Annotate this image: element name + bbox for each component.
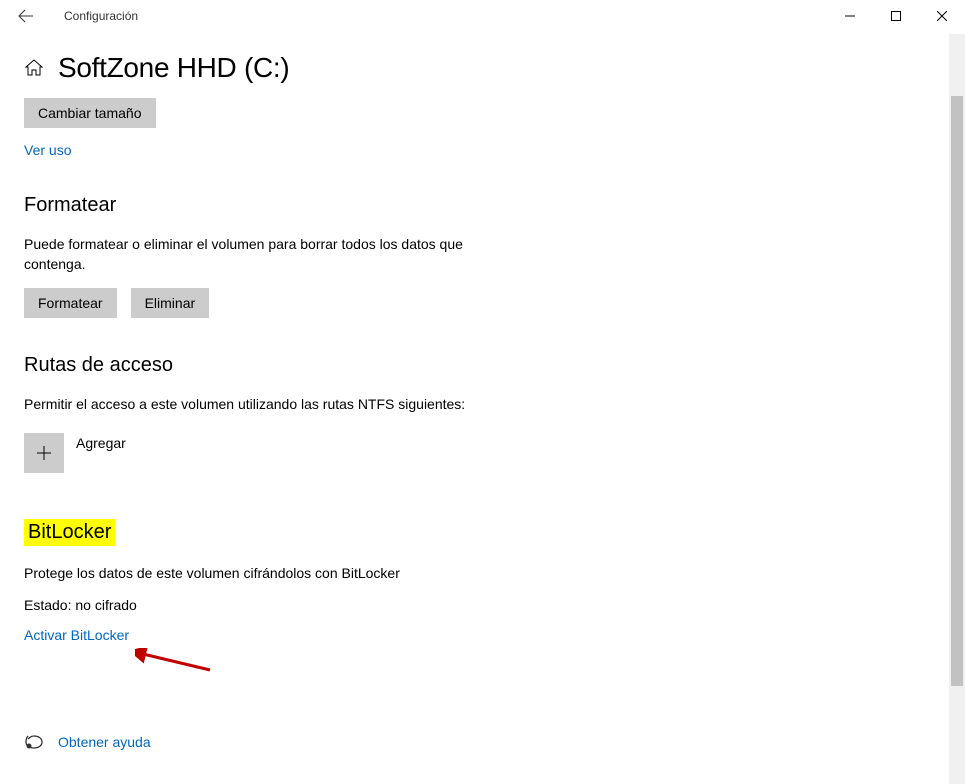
bitlocker-section-title: BitLocker <box>24 519 941 546</box>
help-row: Obtener ayuda <box>24 732 151 752</box>
resize-button[interactable]: Cambiar tamaño <box>24 98 156 128</box>
close-button[interactable] <box>919 0 965 32</box>
help-icon <box>24 732 44 752</box>
format-buttons: Formatear Eliminar <box>24 288 941 318</box>
arrow-left-icon <box>18 8 34 24</box>
window-title: Configuración <box>46 9 138 23</box>
format-button[interactable]: Formatear <box>24 288 117 318</box>
add-path-button[interactable] <box>24 433 64 473</box>
view-usage-link[interactable]: Ver uso <box>24 142 71 158</box>
annotation-arrow-icon <box>135 648 215 678</box>
scrollbar-thumb[interactable] <box>951 96 963 686</box>
back-button[interactable] <box>18 8 46 24</box>
paths-section-title: Rutas de acceso <box>24 354 941 377</box>
home-icon[interactable] <box>24 58 44 78</box>
bitlocker-status: Estado: no cifrado <box>24 597 941 613</box>
maximize-button[interactable] <box>873 0 919 32</box>
delete-button[interactable]: Eliminar <box>131 288 210 318</box>
plus-icon <box>36 445 52 461</box>
bitlocker-highlight: BitLocker <box>24 519 115 546</box>
minimize-button[interactable] <box>827 0 873 32</box>
resize-row: Cambiar tamaño <box>24 98 941 128</box>
get-help-link[interactable]: Obtener ayuda <box>58 734 151 750</box>
activate-bitlocker-link[interactable]: Activar BitLocker <box>24 627 129 643</box>
page-header: SoftZone HHD (C:) <box>24 52 941 84</box>
window-controls <box>827 0 965 32</box>
add-path-label: Agregar <box>76 433 126 451</box>
format-section-title: Formatear <box>24 194 941 217</box>
scrollbar[interactable] <box>949 34 965 784</box>
paths-section-desc: Permitir el acceso a este volumen utiliz… <box>24 395 469 415</box>
titlebar: Configuración <box>0 0 965 32</box>
minimize-icon <box>845 11 855 21</box>
maximize-icon <box>891 11 901 21</box>
add-path-row: Agregar <box>24 433 941 473</box>
format-section-desc: Puede formatear o eliminar el volumen pa… <box>24 235 469 274</box>
content-area: SoftZone HHD (C:) Cambiar tamaño Ver uso… <box>0 52 965 643</box>
close-icon <box>937 11 947 21</box>
page-title: SoftZone HHD (C:) <box>58 52 289 84</box>
bitlocker-desc: Protege los datos de este volumen cifrán… <box>24 564 469 584</box>
